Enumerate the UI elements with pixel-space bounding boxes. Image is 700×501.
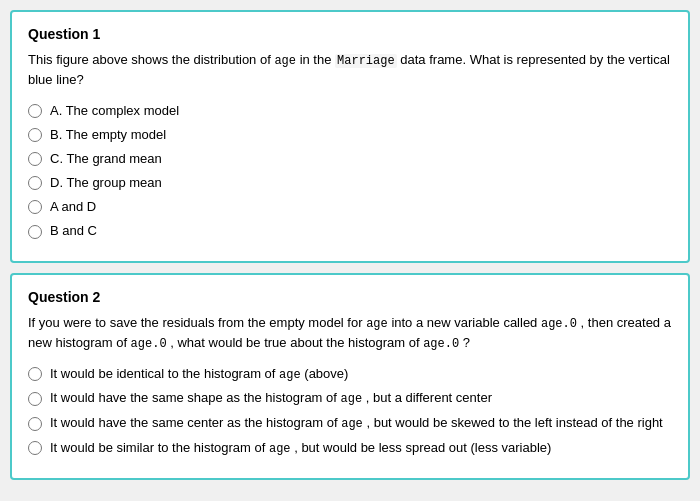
q1-option-c-radio[interactable] (28, 152, 42, 166)
question-1-options: A. The complex model B. The empty model … (28, 102, 672, 241)
q2-code-age0-2: age.0 (131, 337, 167, 351)
q2d-code-age: age (269, 442, 291, 456)
q1-option-d-radio[interactable] (28, 176, 42, 190)
q1-option-c-label[interactable]: C. The grand mean (50, 150, 162, 168)
list-item: It would have the same shape as the hist… (28, 389, 672, 408)
q2c-code-age: age (341, 417, 363, 431)
q1-code-marriage: Marriage (335, 54, 397, 68)
q1-option-f-radio[interactable] (28, 225, 42, 239)
q2-option-c-radio[interactable] (28, 417, 42, 431)
q2-option-a-label[interactable]: It would be identical to the histogram o… (50, 365, 348, 384)
q1-option-a-radio[interactable] (28, 104, 42, 118)
q2a-code-age: age (279, 368, 301, 382)
question-1-text: This figure above shows the distribution… (28, 50, 672, 90)
q1-option-e-label[interactable]: A and D (50, 198, 96, 216)
list-item: C. The grand mean (28, 150, 672, 168)
q1-option-f-label[interactable]: B and C (50, 222, 97, 240)
list-item: It would have the same center as the his… (28, 414, 672, 433)
list-item: It would be similar to the histogram of … (28, 439, 672, 458)
question-1-box: Question 1 This figure above shows the d… (10, 10, 690, 263)
list-item: A. The complex model (28, 102, 672, 120)
q2-option-c-label[interactable]: It would have the same center as the his… (50, 414, 663, 433)
q1-code-age: age (274, 54, 296, 68)
q2-code-age0-3: age.0 (423, 337, 459, 351)
question-2-text: If you were to save the residuals from t… (28, 313, 672, 353)
q2-option-d-radio[interactable] (28, 441, 42, 455)
q2-option-a-radio[interactable] (28, 367, 42, 381)
q1-option-b-radio[interactable] (28, 128, 42, 142)
q1-option-d-label[interactable]: D. The group mean (50, 174, 162, 192)
q2-code-age: age (366, 317, 388, 331)
q1-option-b-label[interactable]: B. The empty model (50, 126, 166, 144)
q2b-code-age: age (341, 392, 363, 406)
list-item: B. The empty model (28, 126, 672, 144)
q1-option-a-label[interactable]: A. The complex model (50, 102, 179, 120)
list-item: D. The group mean (28, 174, 672, 192)
q2-option-b-label[interactable]: It would have the same shape as the hist… (50, 389, 492, 408)
q2-code-age0-1: age.0 (541, 317, 577, 331)
q1-option-e-radio[interactable] (28, 200, 42, 214)
q2-option-d-label[interactable]: It would be similar to the histogram of … (50, 439, 551, 458)
list-item: B and C (28, 222, 672, 240)
question-2-title: Question 2 (28, 289, 672, 305)
q2-option-b-radio[interactable] (28, 392, 42, 406)
question-2-box: Question 2 If you were to save the resid… (10, 273, 690, 480)
list-item: It would be identical to the histogram o… (28, 365, 672, 384)
list-item: A and D (28, 198, 672, 216)
question-2-options: It would be identical to the histogram o… (28, 365, 672, 458)
question-1-title: Question 1 (28, 26, 672, 42)
